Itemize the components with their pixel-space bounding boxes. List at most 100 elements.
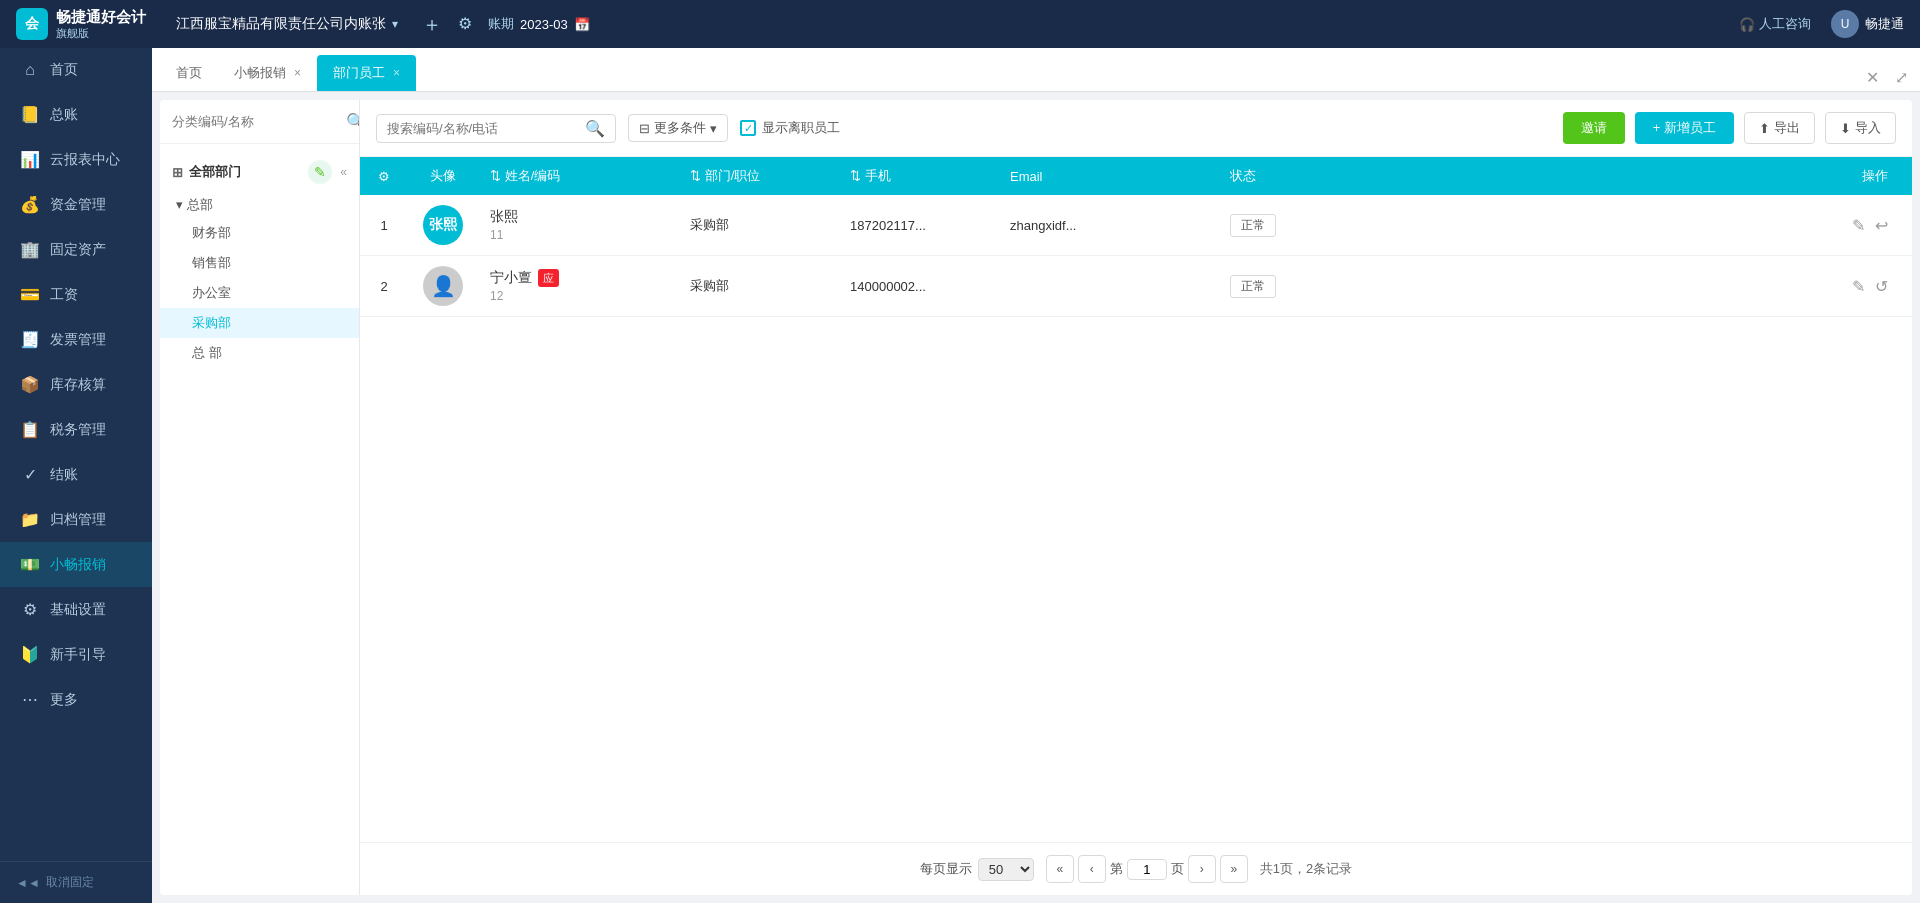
sidebar-item-more[interactable]: ⋯ 更多	[0, 677, 152, 722]
next-page-button[interactable]: ›	[1188, 855, 1216, 883]
col-name: ⇅ 姓名/编码	[478, 157, 678, 195]
sidebar-item-inventory[interactable]: 📦 库存核算	[0, 362, 152, 407]
sidebar-item-salary[interactable]: 💳 工资	[0, 272, 152, 317]
user-avatar: U	[1831, 10, 1859, 38]
expense-icon: 💵	[20, 555, 40, 574]
tab-dept-label: 部门员工	[333, 64, 385, 82]
filter-dropdown-icon: ▾	[710, 121, 717, 136]
edit-icon[interactable]: ✎	[1852, 216, 1865, 235]
page-input[interactable]	[1127, 859, 1167, 880]
tab-dept[interactable]: 部门员工 ×	[317, 55, 416, 91]
status-badge: 正常	[1230, 214, 1276, 237]
topbar: 会 畅捷通好会计 旗舰版 江西服宝精品有限责任公司内账张 ▾ ＋ ⚙ 账期 20…	[0, 0, 1920, 48]
prev-page-button[interactable]: ‹	[1078, 855, 1106, 883]
sidebar-item-tax[interactable]: 📋 税务管理	[0, 407, 152, 452]
service-button[interactable]: 🎧 人工咨询	[1739, 15, 1811, 33]
sort-icon: ⇅	[490, 168, 501, 183]
add-button[interactable]: ＋	[422, 14, 442, 34]
employee-search-input[interactable]	[387, 121, 579, 136]
tab-home[interactable]: 首页	[160, 55, 218, 91]
dept-item-root[interactable]: ▾ 总部	[160, 192, 359, 218]
sidebar-item-settings[interactable]: ⚙ 基础设置	[0, 587, 152, 632]
sidebar-item-ledger[interactable]: 📒 总账	[0, 92, 152, 137]
sidebar-item-assets[interactable]: 🏢 固定资产	[0, 227, 152, 272]
row-actions: ✎ ↺	[1378, 256, 1912, 317]
sidebar-item-label: 发票管理	[50, 331, 106, 349]
topbar-actions: ＋ ⚙ 账期 2023-03 📅	[422, 14, 590, 34]
show-resigned-toggle[interactable]: ✓ 显示离职员工	[740, 119, 840, 137]
tab-dept-close[interactable]: ×	[393, 66, 400, 80]
sidebar-item-expense[interactable]: 💵 小畅报销	[0, 542, 152, 587]
per-page-select[interactable]: 50 100	[978, 858, 1034, 881]
sidebar-item-finance[interactable]: 💰 资金管理	[0, 182, 152, 227]
company-dropdown-icon[interactable]: ▾	[392, 17, 398, 31]
emp-badge: 应	[538, 269, 559, 287]
sidebar-item-label: 基础设置	[50, 601, 106, 619]
table-row: 1 张熙 张熙	[360, 195, 1912, 256]
col-dept: ⇅ 部门/职位	[678, 157, 838, 195]
user-info[interactable]: U 畅捷通	[1831, 10, 1904, 38]
row-email	[998, 256, 1218, 317]
dept-sales-label: 销售部	[192, 255, 231, 270]
assets-icon: 🏢	[20, 240, 40, 259]
employee-data-table: ⚙ 头像 ⇅ 姓名/编码 ⇅ 部门/职位	[360, 157, 1912, 317]
dept-item-purchase[interactable]: 采购部	[160, 308, 359, 338]
logout-icon[interactable]: ↩	[1875, 216, 1888, 235]
refresh-icon[interactable]: ↺	[1875, 277, 1888, 296]
dept-hq-label: 总 部	[192, 345, 222, 360]
last-page-button[interactable]: »	[1220, 855, 1248, 883]
search-icon[interactable]: 🔍	[585, 119, 605, 138]
table-header: ⚙ 头像 ⇅ 姓名/编码 ⇅ 部门/职位	[360, 157, 1912, 195]
dept-item-office[interactable]: 办公室	[160, 278, 359, 308]
all-dept-label: 全部部门	[189, 163, 241, 181]
sidebar-item-label: 结账	[50, 466, 78, 484]
row-phone: 140000002...	[838, 256, 998, 317]
col-status: 状态	[1218, 157, 1378, 195]
sidebar-item-close[interactable]: ✓ 结账	[0, 452, 152, 497]
unpin-button[interactable]: ◄◄ 取消固定	[0, 861, 152, 903]
sidebar-item-label: 税务管理	[50, 421, 106, 439]
collapse-button[interactable]: «	[340, 165, 347, 179]
add-employee-button[interactable]: + 新增员工	[1635, 112, 1734, 144]
export-button[interactable]: ⬆ 导出	[1744, 112, 1815, 144]
dept-office-label: 办公室	[192, 285, 231, 300]
dept-search-icon[interactable]: 🔍	[346, 112, 360, 131]
row-index: 1	[360, 195, 408, 256]
settings-button[interactable]: ⚙	[458, 16, 472, 32]
add-dept-button[interactable]: ✎	[308, 160, 332, 184]
employee-search-box[interactable]: 🔍	[376, 114, 616, 143]
invite-button[interactable]: 邀请	[1563, 112, 1625, 144]
emp-name: 张熙	[490, 208, 518, 226]
tab-expense-close[interactable]: ×	[294, 66, 301, 80]
import-button[interactable]: ⬇ 导入	[1825, 112, 1896, 144]
dept-search-input[interactable]	[172, 114, 340, 129]
sidebar-item-label: 更多	[50, 691, 78, 709]
sidebar-item-guide[interactable]: 🔰 新手引导	[0, 632, 152, 677]
dept-item-finance[interactable]: 财务部	[160, 218, 359, 248]
close-window-icon[interactable]: ✕	[1862, 64, 1883, 91]
inventory-icon: 📦	[20, 375, 40, 394]
all-dept-button[interactable]: ⊞ 全部部门	[172, 163, 241, 181]
sidebar-item-archive[interactable]: 📁 归档管理	[0, 497, 152, 542]
page-prefix: 第	[1110, 860, 1123, 878]
sidebar-item-label: 首页	[50, 61, 78, 79]
edit-icon[interactable]: ✎	[1852, 277, 1865, 296]
sidebar-item-reports[interactable]: 📊 云报表中心	[0, 137, 152, 182]
col-settings[interactable]: ⚙	[360, 157, 408, 195]
first-page-button[interactable]: «	[1046, 855, 1074, 883]
dept-item-sales[interactable]: 销售部	[160, 248, 359, 278]
user-name: 畅捷通	[1865, 15, 1904, 33]
filter-button[interactable]: ⊟ 更多条件 ▾	[628, 114, 728, 142]
expand-icon[interactable]: ⤢	[1891, 64, 1912, 91]
dept-item-hq[interactable]: 总 部	[160, 338, 359, 368]
unpin-label: 取消固定	[46, 874, 94, 891]
row-dept: 采购部	[678, 256, 838, 317]
dept-tree-actions: ✎ «	[308, 160, 347, 184]
sidebar-item-invoice[interactable]: 🧾 发票管理	[0, 317, 152, 362]
calendar-icon[interactable]: 📅	[574, 17, 590, 32]
add-employee-label: + 新增员工	[1653, 119, 1716, 137]
row-status: 正常	[1218, 195, 1378, 256]
tab-expense[interactable]: 小畅报销 ×	[218, 55, 317, 91]
sidebar-item-home[interactable]: ⌂ 首页	[0, 48, 152, 92]
avatar-text: 张熙	[429, 216, 457, 234]
